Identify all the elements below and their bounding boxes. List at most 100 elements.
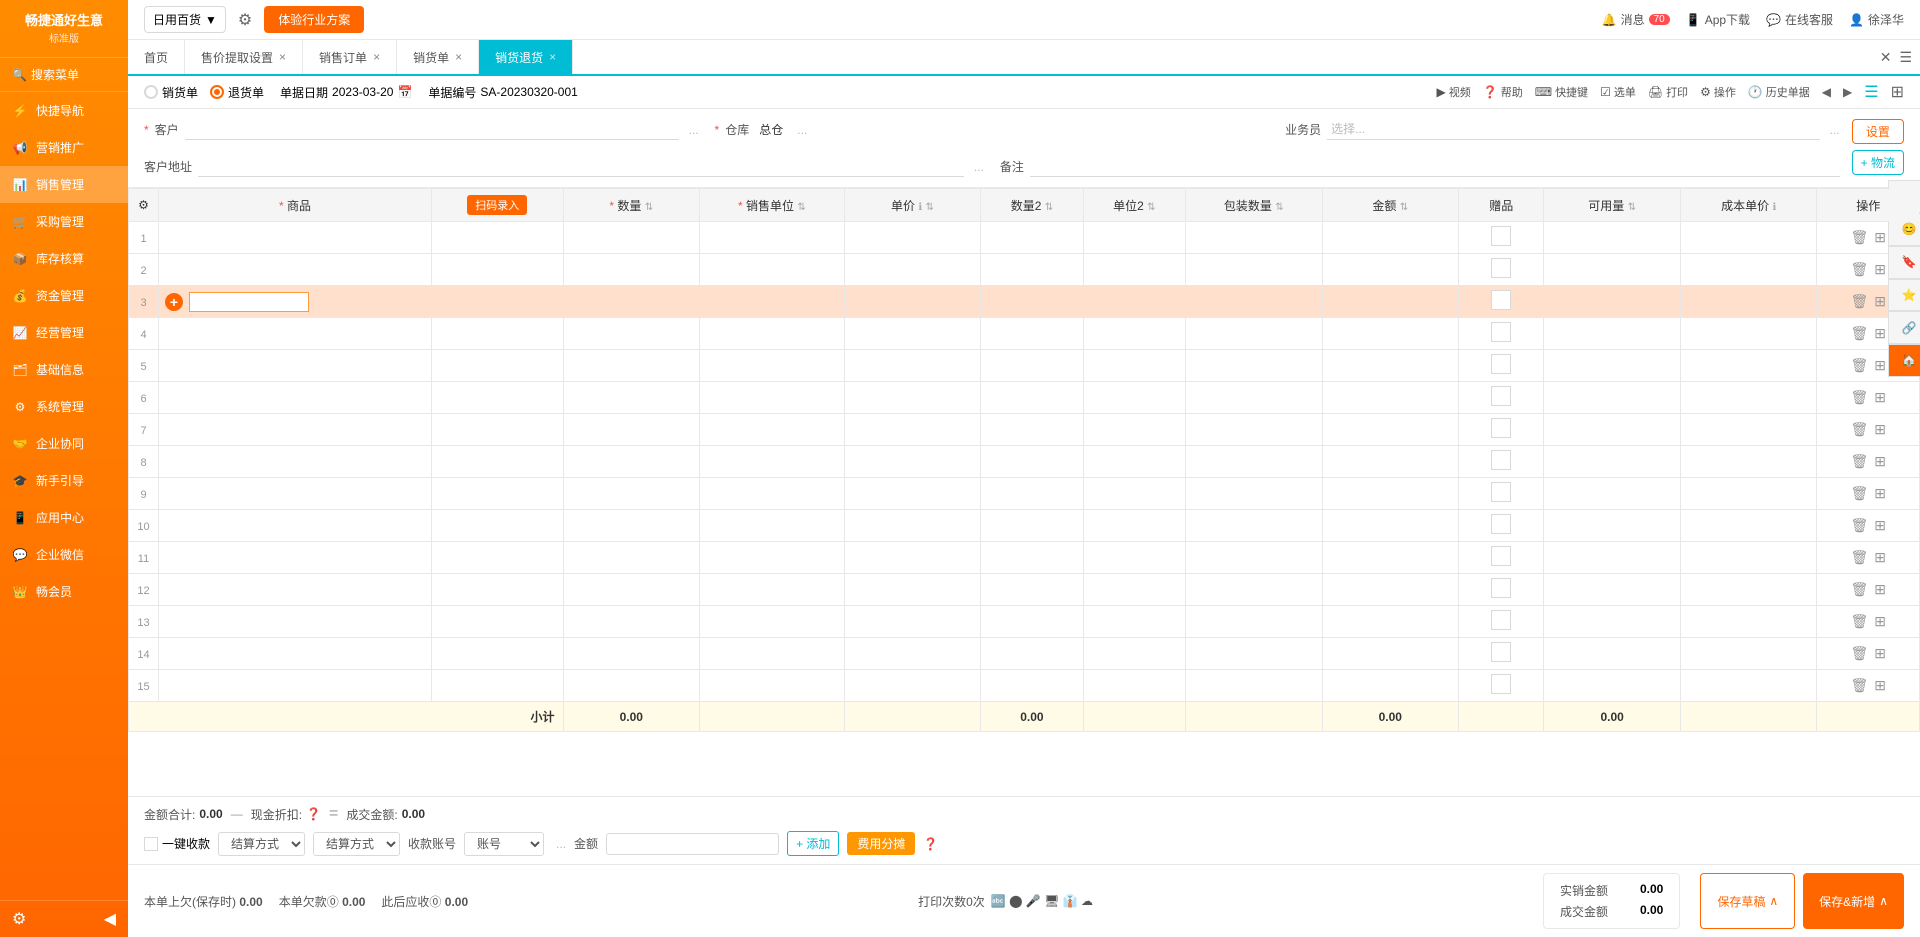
unit-cell[interactable] [700,446,845,478]
available-cell[interactable] [1544,382,1681,414]
unit-cell[interactable] [700,382,845,414]
available-cell[interactable] [1544,606,1681,638]
delete-icon[interactable]: 🗑 [1850,389,1868,406]
unit-cell[interactable] [700,286,845,318]
product-cell[interactable] [159,446,432,478]
gift-cell[interactable] [1459,318,1544,350]
unit-cell[interactable] [700,542,845,574]
qty2-cell[interactable] [981,670,1083,702]
amount-cell[interactable] [1322,286,1459,318]
gift-checkbox[interactable] [1491,610,1511,630]
qty2-cell[interactable] [981,382,1083,414]
available-cell[interactable] [1544,510,1681,542]
unit2-cell[interactable] [1083,606,1185,638]
pkg-cell[interactable] [1186,510,1323,542]
qty-cell[interactable] [563,542,700,574]
delete-icon[interactable]: 🗑 [1850,453,1868,470]
copy-icon[interactable]: ⊞ [1874,293,1886,310]
tab-sales-delivery[interactable]: 销货单 × [397,40,479,74]
delete-icon[interactable]: 🗑 [1850,645,1868,662]
sort-icon-amount[interactable]: ⇅ [1400,202,1408,213]
cost-cell[interactable] [1680,670,1817,702]
unit2-cell[interactable] [1083,254,1185,286]
pkg-cell[interactable] [1186,382,1323,414]
gift-checkbox[interactable] [1491,450,1511,470]
unit2-cell[interactable] [1083,670,1185,702]
unit-cell[interactable] [700,606,845,638]
unit-cell[interactable] [700,350,845,382]
qty-cell[interactable] [563,254,700,286]
qty2-cell[interactable] [981,254,1083,286]
staff-dots[interactable]: ... [1830,123,1840,137]
nav-prev-icon[interactable]: ◀ [1822,85,1831,99]
product-cell[interactable] [159,478,432,510]
available-cell[interactable] [1544,414,1681,446]
price-info-icon[interactable]: ℹ [918,202,922,213]
qty-cell[interactable] [563,478,700,510]
price-cell[interactable] [844,254,981,286]
gift-cell[interactable] [1459,382,1544,414]
qty-cell[interactable] [563,350,700,382]
sidebar-item-inventory[interactable]: 📦 库存核算 [0,240,128,277]
available-cell[interactable] [1544,478,1681,510]
amount-cell[interactable] [1322,478,1459,510]
qty-cell[interactable] [563,414,700,446]
unit2-cell[interactable] [1083,318,1185,350]
product-cell[interactable]: + [159,286,432,318]
copy-icon[interactable]: ⊞ [1874,517,1886,534]
right-icon-home[interactable]: 🏠 [1888,344,1920,377]
unit2-cell[interactable] [1083,382,1185,414]
product-cell[interactable] [159,606,432,638]
qty-cell[interactable] [563,606,700,638]
amount-cell[interactable] [1322,510,1459,542]
warehouse-dots[interactable]: ... [797,123,807,137]
sidebar-item-apps[interactable]: 📱 应用中心 [0,499,128,536]
gift-checkbox[interactable] [1491,322,1511,342]
copy-icon[interactable]: ⊞ [1874,389,1886,406]
radio-delivery[interactable]: 销货单 [144,84,198,101]
copy-icon[interactable]: ⊞ [1874,453,1886,470]
cost-cell[interactable] [1680,414,1817,446]
radio-return[interactable]: 退货单 [210,84,264,101]
qty-cell[interactable] [563,510,700,542]
cost-cell[interactable] [1680,318,1817,350]
delete-icon[interactable]: 🗑 [1850,485,1868,502]
available-cell[interactable] [1544,254,1681,286]
pkg-cell[interactable] [1186,638,1323,670]
gift-checkbox[interactable] [1491,674,1511,694]
gift-checkbox[interactable] [1491,578,1511,598]
settings-bottom-icon[interactable]: ⚙ [12,909,26,929]
unit2-cell[interactable] [1083,446,1185,478]
price-cell[interactable] [844,510,981,542]
delete-icon[interactable]: 🗑 [1850,229,1868,246]
available-cell[interactable] [1544,638,1681,670]
pkg-cell[interactable] [1186,350,1323,382]
sidebar-item-guide[interactable]: 🎓 新手引导 [0,462,128,499]
history-action[interactable]: 🕐 历史单据 [1748,84,1810,100]
gift-checkbox[interactable] [1491,258,1511,278]
unit2-cell[interactable] [1083,222,1185,254]
available-cell[interactable] [1544,574,1681,606]
qty2-cell[interactable] [981,542,1083,574]
copy-icon[interactable]: ⊞ [1874,613,1886,630]
sidebar-item-shortcuts[interactable]: ⚡ 快捷导航 [0,92,128,129]
available-cell[interactable] [1544,670,1681,702]
delete-icon[interactable]: 🗑 [1850,677,1868,694]
one-key-payment-checkbox[interactable]: 一键收款 [144,835,210,852]
operate-action[interactable]: ⚙ 操作 [1700,84,1736,100]
account-select[interactable]: 账号 [464,832,544,856]
qty-cell[interactable] [563,670,700,702]
unit-cell[interactable] [700,222,845,254]
delete-icon[interactable]: 🗑 [1850,549,1868,566]
delete-icon[interactable]: 🗑 [1850,293,1868,310]
amount-cell[interactable] [1322,414,1459,446]
pkg-cell[interactable] [1186,606,1323,638]
delete-icon[interactable]: 🗑 [1850,517,1868,534]
cost-cell[interactable] [1680,606,1817,638]
unit2-cell[interactable] [1083,414,1185,446]
view-list-icon[interactable]: ☰ [1864,82,1878,102]
amount-cell[interactable] [1322,542,1459,574]
view-grid-icon[interactable]: ⊞ [1891,82,1904,102]
product-cell[interactable] [159,542,432,574]
tab-close-icon[interactable]: × [373,50,380,64]
